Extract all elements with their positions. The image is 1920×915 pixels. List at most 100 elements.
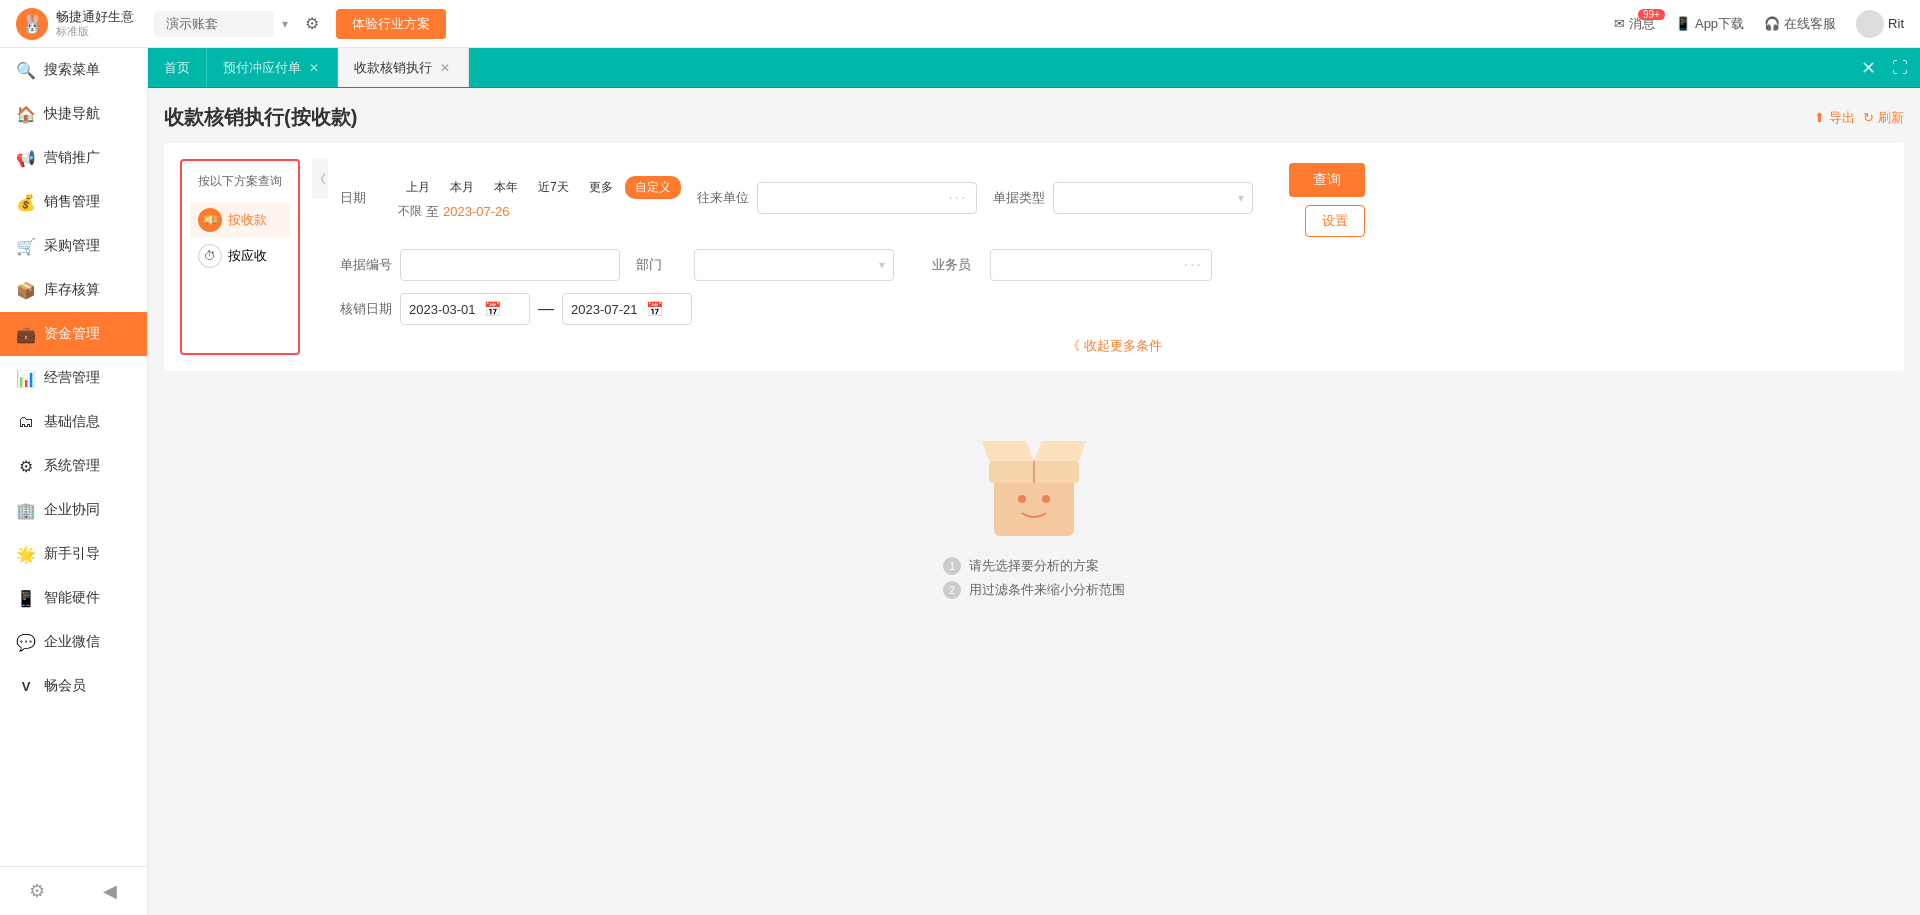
settings-button[interactable]: 设置 bbox=[1305, 205, 1365, 237]
user-name: Rit bbox=[1888, 16, 1904, 31]
tab-expand-btn[interactable]: ⛶ bbox=[1888, 56, 1912, 80]
top-bar-right: ✉ 消息 99+ 📱 App下载 🎧 在线客服 Rit bbox=[1614, 10, 1904, 38]
sidebar-item-wechat[interactable]: 💬 企业微信 bbox=[0, 620, 147, 664]
message-button[interactable]: ✉ 消息 99+ bbox=[1614, 15, 1655, 33]
filter-field-date: 日期 上月 本月 本年 近7天 更多 自定义 bbox=[340, 176, 681, 221]
sidebar-item-system[interactable]: ⚙ 系统管理 bbox=[0, 444, 147, 488]
filter-field-staff: 业务员 ··· bbox=[932, 249, 1212, 281]
sidebar-item-operation[interactable]: 📊 经营管理 bbox=[0, 356, 147, 400]
svg-rect-0 bbox=[994, 476, 1074, 536]
tab-close-btn[interactable]: ✕ bbox=[1856, 56, 1880, 80]
dept-select[interactable]: ▾ bbox=[694, 249, 894, 281]
sidebar-label-enterprise: 企业协同 bbox=[44, 501, 100, 519]
sidebar-item-search[interactable]: 🔍 搜索菜单 bbox=[0, 48, 147, 92]
empty-num-1: 1 bbox=[943, 557, 961, 575]
filter-field-dept: 部门 ▾ bbox=[636, 249, 916, 281]
guide-icon: 🌟 bbox=[16, 544, 36, 564]
sidebar-item-quicknav[interactable]: 🏠 快捷导航 bbox=[0, 92, 147, 136]
date-btn-custom[interactable]: 自定义 bbox=[625, 176, 681, 199]
sidebar-item-basic[interactable]: 🗂 基础信息 bbox=[0, 400, 147, 444]
svg-point-5 bbox=[1018, 495, 1026, 503]
sidebar-settings-btn[interactable]: ⚙ bbox=[21, 875, 53, 907]
tab-prepay-label: 预付冲应付单 bbox=[223, 59, 301, 77]
settings-icon[interactable]: ⚙ bbox=[296, 8, 328, 40]
solution-button[interactable]: 体验行业方案 bbox=[336, 9, 446, 39]
date-btn-this-year[interactable]: 本年 bbox=[486, 176, 526, 199]
search-icon: 🔍 bbox=[16, 60, 36, 80]
filter-collapse-btn[interactable]: 《 bbox=[312, 159, 328, 199]
sidebar-item-sales[interactable]: 💰 销售管理 bbox=[0, 180, 147, 224]
online-service-button[interactable]: 🎧 在线客服 bbox=[1764, 15, 1836, 33]
counterparty-select[interactable]: ··· bbox=[757, 182, 977, 214]
sidebar-item-enterprise[interactable]: 🏢 企业协同 bbox=[0, 488, 147, 532]
refresh-label: 刷新 bbox=[1878, 109, 1904, 127]
content-area: 首页 预付冲应付单 ✕ 收款核销执行 ✕ ✕ ⛶ 收款核销执行(按收款) bbox=[148, 48, 1920, 915]
tab-receivable-close[interactable]: ✕ bbox=[438, 59, 452, 77]
date-btn-7days[interactable]: 近7天 bbox=[530, 176, 577, 199]
tab-prepay[interactable]: 预付冲应付单 ✕ bbox=[207, 48, 338, 87]
sidebar-item-inventory[interactable]: 📦 库存核算 bbox=[0, 268, 147, 312]
query-button[interactable]: 查询 bbox=[1289, 163, 1365, 197]
filter-option-receipt-label: 按收款 bbox=[228, 211, 267, 229]
sidebar-item-guide[interactable]: 🌟 新手引导 bbox=[0, 532, 147, 576]
filter-option-by-receipt[interactable]: 💴 按收款 bbox=[190, 202, 290, 238]
collapse-more-icon: 《 bbox=[1067, 337, 1080, 355]
sidebar: 🔍 搜索菜单 🏠 快捷导航 📢 营销推广 💰 销售管理 🛒 采购管理 📦 库存核… bbox=[0, 48, 148, 915]
empty-illustration bbox=[964, 431, 1104, 541]
filter-option-receivable-label: 按应收 bbox=[228, 247, 267, 265]
verify-date-start-input[interactable]: 2023-03-01 📅 bbox=[400, 293, 530, 325]
voucher-type-select[interactable]: ▾ bbox=[1053, 182, 1253, 214]
voucher-no-input[interactable] bbox=[400, 249, 620, 281]
sidebar-collapse-btn[interactable]: ◀ bbox=[94, 875, 126, 907]
sidebar-item-finance[interactable]: 💼 资金管理 bbox=[0, 312, 147, 356]
page-title: 收款核销执行(按收款) bbox=[164, 104, 357, 131]
filter-sidebar: 按以下方案查询 💴 按收款 ⏱ 按应收 bbox=[180, 159, 300, 355]
filter-option-by-receivable[interactable]: ⏱ 按应收 bbox=[190, 238, 290, 274]
tab-home[interactable]: 首页 bbox=[148, 48, 207, 87]
tab-prepay-close[interactable]: ✕ bbox=[307, 59, 321, 77]
sales-icon: 💰 bbox=[16, 192, 36, 212]
inventory-icon: 📦 bbox=[16, 280, 36, 300]
message-badge: 99+ bbox=[1638, 9, 1665, 20]
verify-date-range: 2023-03-01 📅 — 2023-07-21 📅 bbox=[400, 293, 692, 325]
workspace-dropdown-icon[interactable]: ▾ bbox=[282, 17, 288, 31]
sidebar-label-marketing: 营销推广 bbox=[44, 149, 100, 167]
staff-select[interactable]: ··· bbox=[990, 249, 1212, 281]
edition-label: 标准版 bbox=[56, 25, 122, 37]
workspace-name[interactable]: 演示账套 bbox=[154, 11, 274, 37]
enterprise-icon: 🏢 bbox=[16, 500, 36, 520]
verify-date-end-input[interactable]: 2023-07-21 📅 bbox=[562, 293, 692, 325]
date-btn-this-month[interactable]: 本月 bbox=[442, 176, 482, 199]
user-profile[interactable]: Rit bbox=[1856, 10, 1904, 38]
collapse-more-btn[interactable]: 《 收起更多条件 bbox=[340, 337, 1888, 355]
filter-field-voucher-no: 单据编号 bbox=[340, 249, 620, 281]
main-layout: 🔍 搜索菜单 🏠 快捷导航 📢 营销推广 💰 销售管理 🛒 采购管理 📦 库存核… bbox=[0, 48, 1920, 915]
message-icon: ✉ bbox=[1614, 16, 1625, 31]
counterparty-dots-icon: ··· bbox=[948, 189, 967, 207]
sidebar-item-purchase[interactable]: 🛒 采购管理 bbox=[0, 224, 147, 268]
receipt-icon: 💴 bbox=[198, 208, 222, 232]
tab-receivable[interactable]: 收款核销执行 ✕ bbox=[338, 48, 469, 87]
tab-bar: 首页 预付冲应付单 ✕ 收款核销执行 ✕ ✕ ⛶ bbox=[148, 48, 1920, 88]
date-btn-last-month[interactable]: 上月 bbox=[398, 176, 438, 199]
empty-hint-2-text: 用过滤条件来缩小分析范围 bbox=[969, 581, 1125, 599]
collapse-more-label: 收起更多条件 bbox=[1084, 337, 1162, 355]
sidebar-item-member[interactable]: V 畅会员 bbox=[0, 664, 147, 708]
app-logo: 🐰 bbox=[16, 8, 48, 40]
sidebar-item-hardware[interactable]: 📱 智能硬件 bbox=[0, 576, 147, 620]
empty-text: 1 请先选择要分析的方案 2 用过滤条件来缩小分析范围 bbox=[943, 557, 1125, 599]
sidebar-label-inventory: 库存核算 bbox=[44, 281, 100, 299]
sidebar-item-marketing[interactable]: 📢 营销推广 bbox=[0, 136, 147, 180]
date-separator: — bbox=[538, 300, 554, 318]
filter-field-voucher-type: 单据类型 ▾ bbox=[993, 182, 1273, 214]
sidebar-label-purchase: 采购管理 bbox=[44, 237, 100, 255]
purchase-icon: 🛒 bbox=[16, 236, 36, 256]
app-download-button[interactable]: 📱 App下载 bbox=[1675, 15, 1744, 33]
sidebar-label-hardware: 智能硬件 bbox=[44, 589, 100, 607]
export-button[interactable]: ⬆ 导出 bbox=[1814, 109, 1855, 127]
brand-name: 畅捷通好生意 bbox=[56, 10, 134, 24]
sidebar-label-search: 搜索菜单 bbox=[44, 61, 100, 79]
svg-point-6 bbox=[1042, 495, 1050, 503]
date-btn-more[interactable]: 更多 bbox=[581, 176, 621, 199]
refresh-button[interactable]: ↻ 刷新 bbox=[1863, 109, 1904, 127]
